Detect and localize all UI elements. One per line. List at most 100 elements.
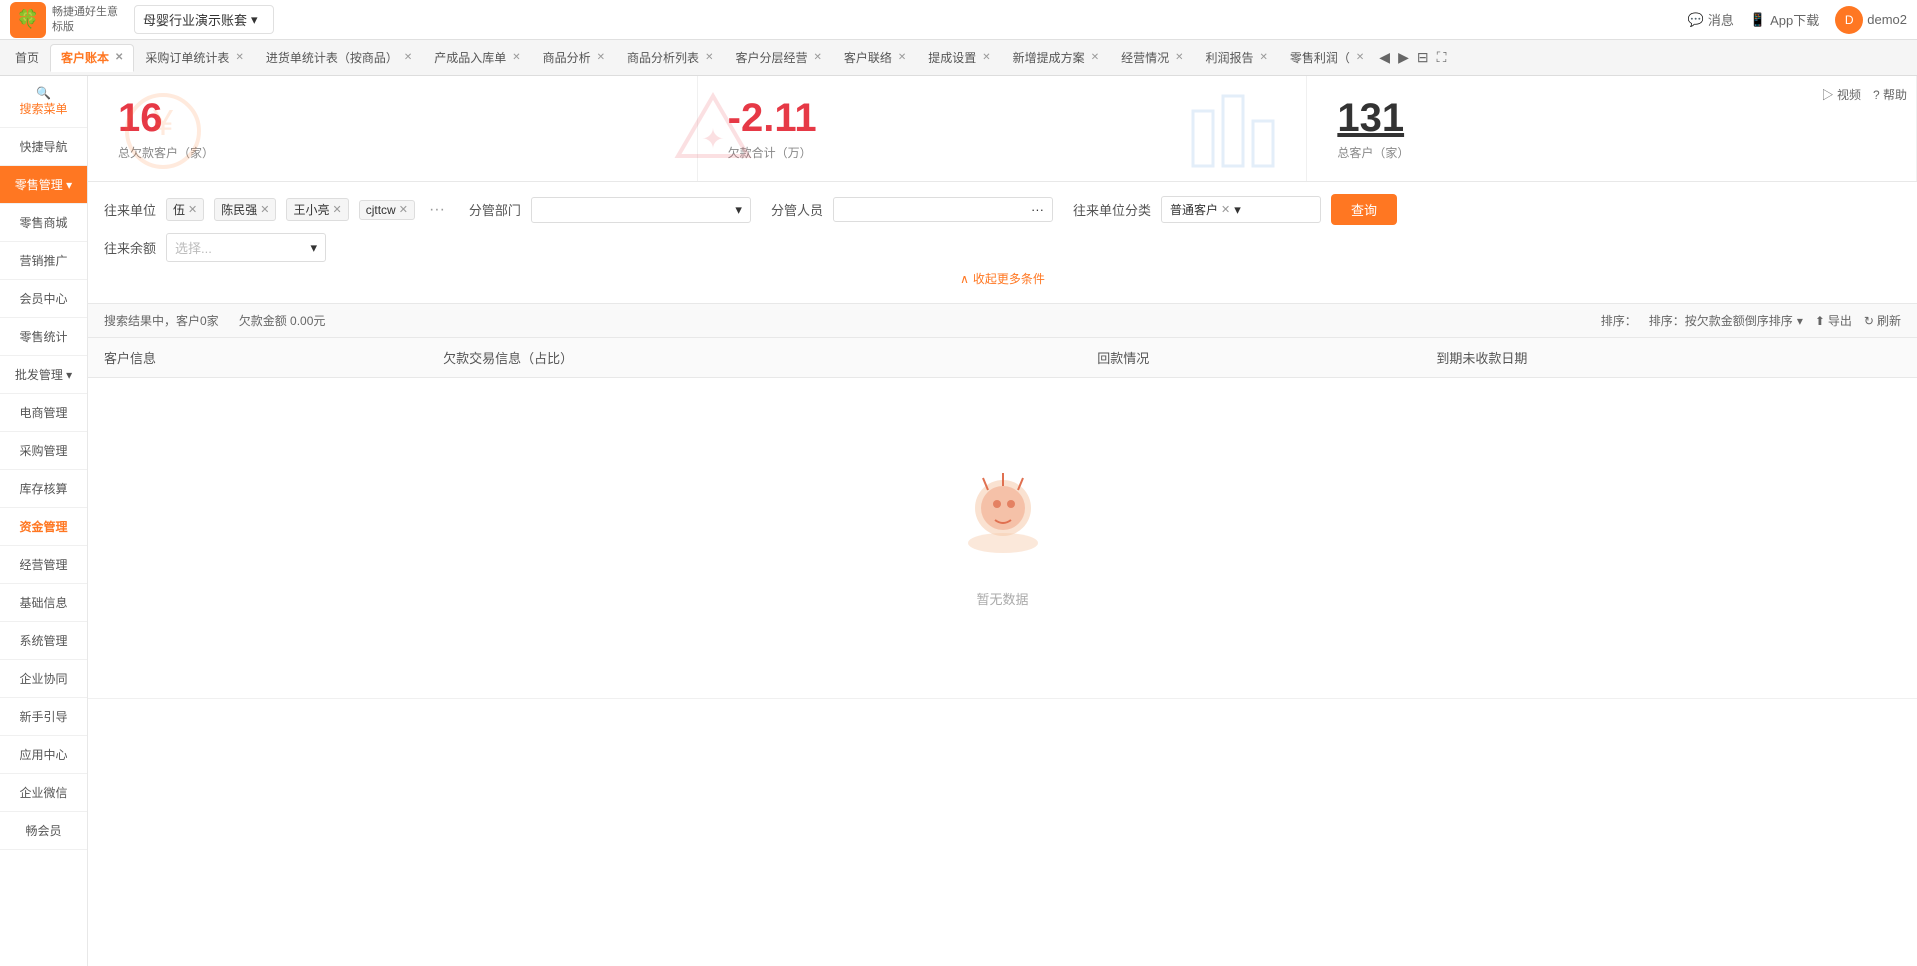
tab-new-tips[interactable]: 新增提成方案 ✕ xyxy=(1002,44,1110,72)
dept-label: 分管部门 xyxy=(469,200,521,219)
remove-tag-chen[interactable]: ✕ xyxy=(260,203,269,216)
filter-area: 往来单位 伍 ✕ 陈民强 ✕ 王小亮 ✕ cjttcw xyxy=(88,182,1917,304)
tab-nav-right[interactable]: ▶ xyxy=(1394,49,1413,66)
sidebar-quick-nav[interactable]: 快捷导航 xyxy=(0,128,87,166)
play-icon: ▷ xyxy=(1822,88,1834,102)
search-icon: 🔍 xyxy=(36,86,51,100)
empty-text: 暂无数据 xyxy=(976,589,1028,608)
message-btn[interactable]: 💬 消息 xyxy=(1688,10,1734,29)
refresh-btn[interactable]: ↻ 刷新 xyxy=(1864,312,1901,329)
sidebar-item-retail-mall[interactable]: 零售商城 xyxy=(0,204,87,242)
th-debt-info: 欠款交易信息（占比） xyxy=(427,338,1081,378)
stat-top-right: ▷ 视频 ? 帮助 xyxy=(1822,86,1907,103)
tab-close-business[interactable]: ✕ xyxy=(1175,53,1183,63)
sort-label: 排序： xyxy=(1601,312,1637,329)
tab-customer-connect[interactable]: 客户联络 ✕ xyxy=(833,44,917,72)
tab-close-inbound[interactable]: ✕ xyxy=(404,53,412,63)
balance-select[interactable]: 选择... ▾ xyxy=(166,233,326,262)
unit-label: 往来单位 xyxy=(104,200,156,219)
tab-home[interactable]: 首页 xyxy=(4,44,50,72)
app-download-btn[interactable]: 📱 App下载 xyxy=(1750,10,1819,29)
filter-tag-unit-chen: 陈民强 ✕ xyxy=(214,198,276,221)
remove-tag-normal[interactable]: ✕ xyxy=(1221,203,1230,216)
sidebar-item-basic-info[interactable]: 基础信息 xyxy=(0,584,87,622)
sidebar-item-marketing[interactable]: 营销推广 xyxy=(0,242,87,280)
tab-profit-report[interactable]: 利润报告 ✕ xyxy=(1194,44,1278,72)
sidebar-item-system[interactable]: 系统管理 xyxy=(0,622,87,660)
tab-close-segment[interactable]: ✕ xyxy=(813,53,821,63)
help-link[interactable]: ? 帮助 xyxy=(1873,86,1907,103)
empty-state: 暂无数据 xyxy=(104,388,1901,688)
tab-fullscreen[interactable]: ⛶ xyxy=(1433,49,1451,66)
tab-inbound-stats[interactable]: 进货单统计表（按商品） ✕ xyxy=(255,44,423,72)
sidebar-item-retail-stats[interactable]: 零售统计 xyxy=(0,318,87,356)
logo-icon: 🍀 xyxy=(10,2,46,38)
tab-close-retail[interactable]: ✕ xyxy=(1356,53,1364,63)
sidebar-item-inventory[interactable]: 库存核算 xyxy=(0,470,87,508)
tab-cost-inbound[interactable]: 产成品入库单 ✕ xyxy=(423,44,531,72)
collapse-filters-btn[interactable]: ∧ 收起更多条件 xyxy=(104,270,1901,287)
tab-accounts[interactable]: 客户账本 ✕ xyxy=(50,44,134,72)
video-link[interactable]: ▷ 视频 xyxy=(1822,86,1861,103)
sidebar-item-newbie[interactable]: 新手引导 xyxy=(0,698,87,736)
sidebar-item-ecommerce[interactable]: 电商管理 xyxy=(0,394,87,432)
category-chevron-icon: ▾ xyxy=(1234,202,1241,218)
category-label: 往来单位分类 xyxy=(1073,200,1151,219)
refresh-icon: ↻ xyxy=(1864,314,1874,328)
tab-goods-list[interactable]: 商品分析列表 ✕ xyxy=(616,44,724,72)
logo-text: 畅捷通好生意 标版 xyxy=(52,5,118,34)
stat-bg-icon-1: ¥ xyxy=(118,91,208,187)
stat-bg-icon-2: ✦ xyxy=(668,91,758,187)
sidebar-item-wholesale[interactable]: 批发管理 ▾ xyxy=(0,356,87,394)
export-btn[interactable]: ⬆ 导出 xyxy=(1815,312,1852,329)
tab-close-goods-list[interactable]: ✕ xyxy=(705,53,713,63)
filter-tag-unit-wang: 王小亮 ✕ xyxy=(286,198,348,221)
account-selector[interactable]: 母婴行业演示账套 ▾ xyxy=(134,5,274,34)
stat-label-3: 总客户（家） xyxy=(1337,144,1409,161)
tab-purchase-order[interactable]: 采购订单统计表 ✕ xyxy=(134,44,254,72)
sidebar-item-retail-mgmt[interactable]: 零售管理 ▾ xyxy=(0,166,87,204)
sort-select[interactable]: 排序：按欠款金额倒序排序 ▾ xyxy=(1649,312,1803,329)
table-container: 客户信息 欠款交易信息（占比） 回款情况 到期未收款日期 xyxy=(88,338,1917,966)
result-info: 搜索结果中，客户0家 欠款金额 0.00元 xyxy=(104,312,325,329)
sidebar-item-enterprise-collab[interactable]: 企业协同 xyxy=(0,660,87,698)
sidebar-item-finance[interactable]: 资金管理 xyxy=(0,508,87,546)
sidebar-item-enterprise-wechat[interactable]: 企业微信 xyxy=(0,774,87,812)
tab-close-connect[interactable]: ✕ xyxy=(898,53,906,63)
tab-tips-settings[interactable]: 提成设置 ✕ xyxy=(917,44,1001,72)
remove-tag-cjttcw[interactable]: ✕ xyxy=(399,203,408,216)
tab-close-tips[interactable]: ✕ xyxy=(982,53,990,63)
sidebar-item-operations[interactable]: 经营管理 xyxy=(0,546,87,584)
remove-tag-wang[interactable]: ✕ xyxy=(333,203,342,216)
remove-tag-wu[interactable]: ✕ xyxy=(188,203,197,216)
help-icon: ? xyxy=(1873,88,1880,102)
sidebar-item-app-center[interactable]: 应用中心 xyxy=(0,736,87,774)
result-bar-right: 排序： 排序：按欠款金额倒序排序 ▾ ⬆ 导出 ↻ 刷新 xyxy=(1601,312,1901,329)
tab-close-cost[interactable]: ✕ xyxy=(512,53,520,63)
tab-business-status[interactable]: 经营情况 ✕ xyxy=(1110,44,1194,72)
sidebar-item-member-plus[interactable]: 畅会员 xyxy=(0,812,87,850)
tab-nav-menu[interactable]: ⊟ xyxy=(1413,49,1433,66)
sidebar-search[interactable]: 🔍 搜索菜单 xyxy=(0,76,87,128)
sidebar-item-purchase[interactable]: 采购管理 xyxy=(0,432,87,470)
tab-customer-segment[interactable]: 客户分层经营 ✕ xyxy=(724,44,832,72)
query-button[interactable]: 查询 xyxy=(1331,194,1397,225)
chevron-up-icon: ∧ xyxy=(960,272,969,286)
more-tags-btn[interactable]: ··· xyxy=(425,199,449,221)
tab-close-new-tips[interactable]: ✕ xyxy=(1091,53,1099,63)
filter-tag-normal-customer: 普通客户 ✕ xyxy=(1170,201,1230,218)
sidebar-item-member-center[interactable]: 会员中心 xyxy=(0,280,87,318)
dept-select[interactable]: ▾ xyxy=(531,197,751,223)
tab-goods-analysis[interactable]: 商品分析 ✕ xyxy=(532,44,616,72)
phone-icon: 📱 xyxy=(1750,12,1766,28)
tab-close-accounts[interactable]: ✕ xyxy=(115,53,123,63)
dept-chevron-icon: ▾ xyxy=(735,202,742,218)
tab-close-purchase[interactable]: ✕ xyxy=(235,53,243,63)
person-select[interactable]: ··· xyxy=(833,197,1053,222)
tab-nav-left[interactable]: ◀ xyxy=(1375,49,1394,66)
tab-close-profit[interactable]: ✕ xyxy=(1260,53,1268,63)
tab-retail-profit[interactable]: 零售利润（ ✕ xyxy=(1279,44,1375,72)
user-profile-btn[interactable]: D demo2 xyxy=(1835,6,1907,34)
tab-close-goods[interactable]: ✕ xyxy=(597,53,605,63)
category-select[interactable]: 普通客户 ✕ ▾ xyxy=(1161,196,1321,223)
